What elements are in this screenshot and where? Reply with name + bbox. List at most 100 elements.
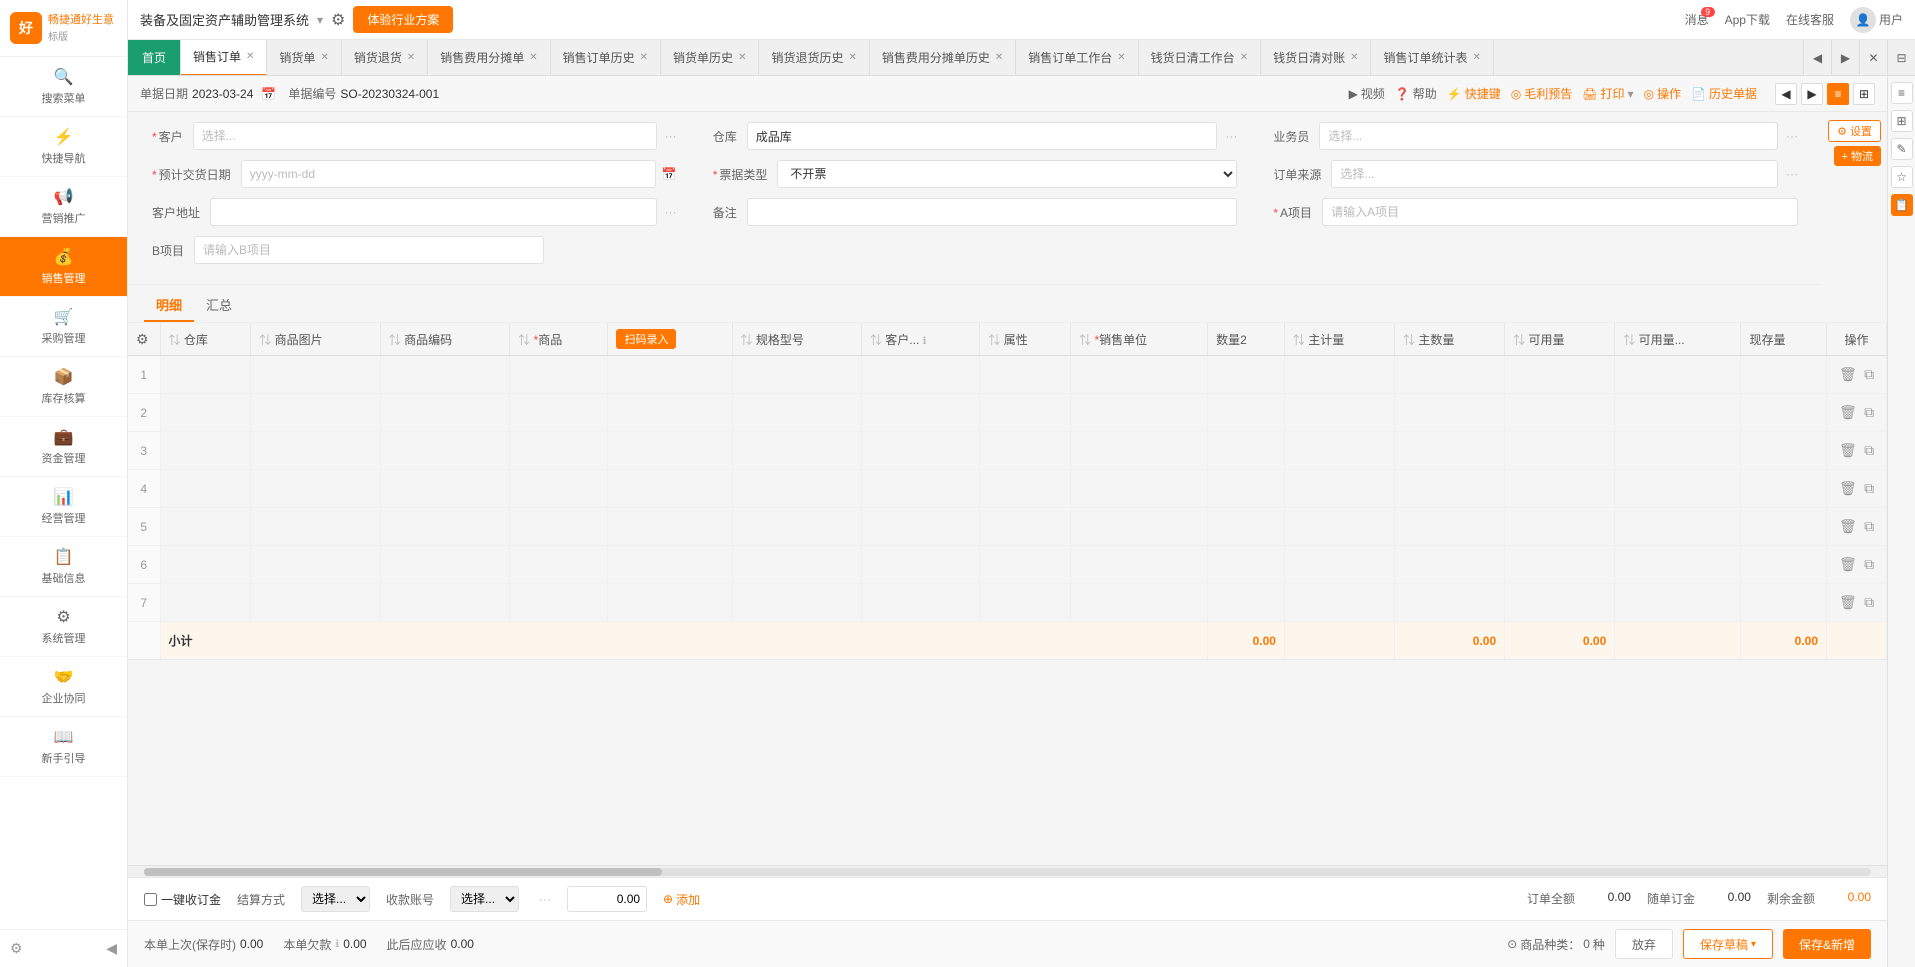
row-image[interactable] xyxy=(251,394,380,432)
tab-prev-btn[interactable]: ◀ xyxy=(1803,40,1831,76)
tab-goods-history-close[interactable]: ✕ xyxy=(738,52,746,63)
row-warehouse[interactable] xyxy=(160,470,251,508)
tab-expense-history-close[interactable]: ✕ xyxy=(995,52,1003,63)
calendar-icon[interactable]: 📅 xyxy=(261,87,276,101)
warehouse-input[interactable] xyxy=(747,122,1218,150)
tab-sales-goods[interactable]: 销货单 ✕ xyxy=(267,40,341,76)
tab-sales-goods-close[interactable]: ✕ xyxy=(320,52,328,63)
row-customer-code[interactable] xyxy=(861,546,979,584)
row-spec[interactable] xyxy=(732,508,861,546)
row-code[interactable] xyxy=(380,508,509,546)
operation-btn[interactable]: ◎ 操作 xyxy=(1644,85,1682,102)
customer-more-btn[interactable]: ··· xyxy=(665,129,677,143)
add-payment-btn[interactable]: ⊕ 添加 xyxy=(663,891,700,908)
row-attr[interactable] xyxy=(980,394,1071,432)
tab-goods-history[interactable]: 销货单历史 ✕ xyxy=(661,40,759,76)
row-customer-code[interactable] xyxy=(861,508,979,546)
row-warehouse[interactable] xyxy=(160,356,251,394)
row-image[interactable] xyxy=(251,546,380,584)
row-qty2[interactable] xyxy=(1208,508,1285,546)
row-unit[interactable] xyxy=(1071,470,1208,508)
account-more-btn[interactable]: ··· xyxy=(539,892,551,906)
row-qty2[interactable] xyxy=(1208,356,1285,394)
row-available2[interactable] xyxy=(1615,546,1741,584)
row-qty2[interactable] xyxy=(1208,546,1285,584)
remarks-input[interactable] xyxy=(747,198,1238,226)
delivery-date-input[interactable] xyxy=(241,160,656,188)
row-main-unit[interactable] xyxy=(1284,356,1394,394)
tab-return-history[interactable]: 销货退货历史 ✕ xyxy=(759,40,869,76)
tab-daily-workbench[interactable]: 钱货日清工作台 ✕ xyxy=(1139,40,1261,76)
row-stock[interactable] xyxy=(1741,470,1827,508)
row-image[interactable] xyxy=(251,584,380,622)
solution-btn[interactable]: 体验行业方案 xyxy=(353,6,453,33)
row-main-qty[interactable] xyxy=(1395,432,1505,470)
sidebar-item-operations[interactable]: 📊 经营管理 xyxy=(0,477,127,537)
row-attr[interactable] xyxy=(980,432,1071,470)
tab-home[interactable]: 首页 xyxy=(128,40,181,76)
delete-icon[interactable]: 🗑 xyxy=(1839,442,1857,458)
warehouse-more-btn[interactable]: ··· xyxy=(1225,129,1237,143)
row-stock[interactable] xyxy=(1741,546,1827,584)
row-main-qty[interactable] xyxy=(1395,394,1505,432)
sidebar-item-quicknav[interactable]: ⚡ 快捷导航 xyxy=(0,117,127,177)
salesperson-more-btn[interactable]: ··· xyxy=(1786,129,1798,143)
row-qty2[interactable] xyxy=(1208,394,1285,432)
profit-btn[interactable]: ◎ 毛利预告 xyxy=(1511,85,1573,102)
save-draft-btn[interactable]: 保存草稿 ▾ xyxy=(1683,929,1773,959)
horizontal-scrollbar[interactable] xyxy=(128,865,1887,877)
tab-sales-history-close[interactable]: ✕ xyxy=(640,52,648,63)
tab-daily-reconcile-close[interactable]: ✕ xyxy=(1350,52,1358,63)
app-download-link[interactable]: App下载 xyxy=(1725,11,1770,28)
b-project-input[interactable] xyxy=(194,236,544,264)
collapse-icon[interactable]: ◀ xyxy=(106,940,117,957)
order-source-more-btn[interactable]: ··· xyxy=(1786,167,1798,181)
row-barcode[interactable] xyxy=(608,432,732,470)
row-available[interactable] xyxy=(1505,508,1615,546)
row-qty2[interactable] xyxy=(1208,432,1285,470)
row-available[interactable] xyxy=(1505,432,1615,470)
row-spec[interactable] xyxy=(732,584,861,622)
sidebar-item-guide[interactable]: 📖 新手引导 xyxy=(0,717,127,777)
row-spec[interactable] xyxy=(732,356,861,394)
help-btn[interactable]: ❓ 帮助 xyxy=(1395,85,1437,102)
row-customer-code[interactable] xyxy=(861,432,979,470)
row-available[interactable] xyxy=(1505,546,1615,584)
row-spec[interactable] xyxy=(732,470,861,508)
row-attr[interactable] xyxy=(980,546,1071,584)
row-warehouse[interactable] xyxy=(160,432,251,470)
rfp-icon-5[interactable]: 📋 xyxy=(1891,194,1913,216)
save-new-btn[interactable]: 保存&新增 xyxy=(1783,929,1871,959)
shortcut-btn[interactable]: ⚡ 快捷键 xyxy=(1447,85,1501,102)
settings-action-btn[interactable]: ⚙ 设置 xyxy=(1828,120,1881,142)
tab-next-btn[interactable]: ▶ xyxy=(1831,40,1859,76)
copy-icon[interactable]: ⧉ xyxy=(1864,594,1874,610)
row-attr[interactable] xyxy=(980,508,1071,546)
row-name[interactable] xyxy=(510,546,608,584)
history-btn[interactable]: 📄 历史单据 xyxy=(1691,85,1757,102)
row-barcode[interactable] xyxy=(608,356,732,394)
row-main-qty[interactable] xyxy=(1395,584,1505,622)
sidebar-item-basic-info[interactable]: 📋 基础信息 xyxy=(0,537,127,597)
tab-daily-reconcile[interactable]: 钱货日清对账 ✕ xyxy=(1261,40,1371,76)
sidebar-item-search[interactable]: 🔍 搜索菜单 xyxy=(0,57,127,117)
row-customer-code[interactable] xyxy=(861,470,979,508)
row-name[interactable] xyxy=(510,584,608,622)
delete-icon[interactable]: 🗑 xyxy=(1839,518,1857,534)
tab-sales-stats-close[interactable]: ✕ xyxy=(1473,52,1481,63)
account-select[interactable]: 选择... xyxy=(450,886,519,912)
copy-icon[interactable]: ⧉ xyxy=(1864,366,1874,382)
rfp-icon-1[interactable]: ≡ xyxy=(1891,82,1913,104)
row-name[interactable] xyxy=(510,470,608,508)
sidebar-item-inventory[interactable]: 📦 库存核算 xyxy=(0,357,127,417)
row-stock[interactable] xyxy=(1741,432,1827,470)
row-available2[interactable] xyxy=(1615,584,1741,622)
copy-icon[interactable]: ⧉ xyxy=(1864,404,1874,420)
row-main-unit[interactable] xyxy=(1284,508,1394,546)
row-image[interactable] xyxy=(251,508,380,546)
row-unit[interactable] xyxy=(1071,546,1208,584)
delete-icon[interactable]: 🗑 xyxy=(1839,366,1857,382)
row-main-unit[interactable] xyxy=(1284,584,1394,622)
date-value[interactable]: 2023-03-24 xyxy=(192,87,253,101)
row-available2[interactable] xyxy=(1615,356,1741,394)
